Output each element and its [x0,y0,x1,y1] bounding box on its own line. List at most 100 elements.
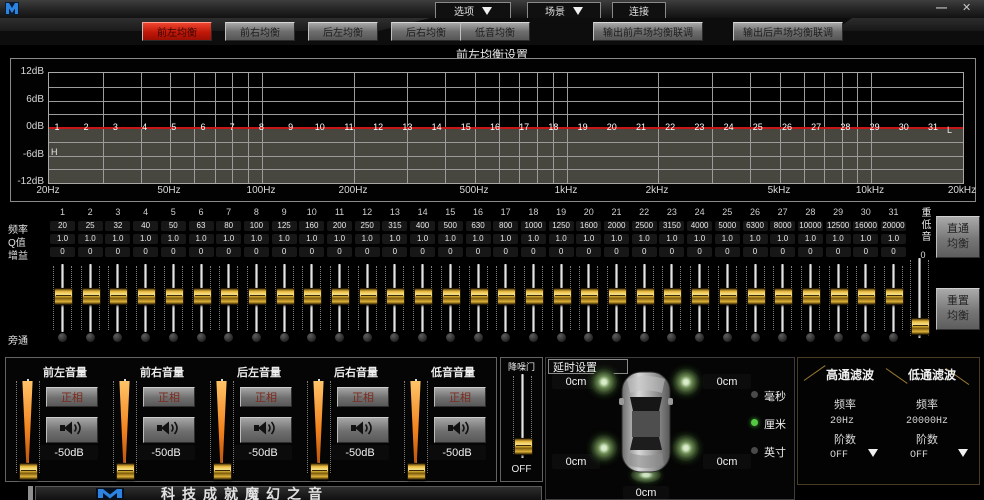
phase-button[interactable]: 正相 [46,387,98,407]
lpf-order-value[interactable]: OFF [910,450,928,461]
eq-gain-slider[interactable] [271,262,298,342]
eq-gain-slider[interactable] [326,262,353,342]
mute-button[interactable] [337,417,389,443]
mute-button[interactable] [240,417,292,443]
eq-gain-slider[interactable] [215,262,242,342]
eq-band-point[interactable]: 7 [222,122,242,132]
front-right-speaker-icon[interactable] [673,369,699,395]
unit-radio-3[interactable] [751,447,758,454]
bypass-indicator[interactable] [834,333,843,342]
slider-handle[interactable] [514,438,533,455]
eq-band-point[interactable]: 19 [573,122,593,132]
bypass-indicator[interactable] [474,333,483,342]
slider-handle[interactable] [303,288,322,305]
delay-rear-left-value[interactable]: 0cm [552,454,600,469]
eq-band-point[interactable]: 22 [660,122,680,132]
hpf-frequency-value[interactable]: 20Hz [830,416,854,427]
eq-band-point[interactable]: 15 [456,122,476,132]
connect-button[interactable]: 连接 [612,2,666,19]
output-link-button-1[interactable]: 输出前声场均衡联调 [593,22,703,41]
phase-button[interactable]: 正相 [143,387,195,407]
eq-band-point[interactable]: 10 [310,122,330,132]
slider-handle[interactable] [407,463,426,480]
eq-gain-slider[interactable] [298,262,325,342]
eq-gain-slider[interactable] [797,262,824,342]
eq-band-point[interactable]: 30 [894,122,914,132]
slider-handle[interactable] [359,288,378,305]
slider-handle[interactable] [911,318,930,335]
eq-gain-slider[interactable] [575,262,602,342]
eq-gain-slider[interactable] [188,262,215,342]
eq-gain-slider[interactable] [354,262,381,342]
front-left-speaker-icon[interactable] [591,369,617,395]
delay-sub-value[interactable]: 0cm [623,486,669,499]
bypass-indicator[interactable] [169,333,178,342]
lpf-frequency-value[interactable]: 20000Hz [906,416,948,427]
delay-front-right-value[interactable]: 0cm [703,374,751,389]
tab-eq-3[interactable]: 后左均衡 [308,22,378,41]
bypass-indicator[interactable] [197,333,206,342]
eq-band-point[interactable]: 31 [923,122,943,132]
eq-band-point[interactable]: 26 [777,122,797,132]
eq-band-point[interactable]: 3 [105,122,125,132]
eq-gain-slider[interactable] [160,262,187,342]
eq-band-point[interactable]: 28 [835,122,855,132]
unit-radio-2[interactable] [751,419,758,426]
slider-handle[interactable] [19,463,38,480]
slider-handle[interactable] [442,288,461,305]
slider-handle[interactable] [414,288,433,305]
slider-handle[interactable] [248,288,267,305]
eq-band-point[interactable]: 20 [602,122,622,132]
bypass-indicator[interactable] [86,333,95,342]
options-menu-button[interactable]: 选项 [435,2,511,19]
slider-handle[interactable] [830,288,849,305]
eq-gain-slider[interactable] [77,262,104,342]
slider-handle[interactable] [691,288,710,305]
delay-rear-right-value[interactable]: 0cm [703,454,751,469]
eq-gain-slider[interactable] [49,262,76,342]
bypass-indicator[interactable] [446,333,455,342]
slider-handle[interactable] [802,288,821,305]
volume-slider[interactable] [402,377,429,479]
eq-gain-slider[interactable] [742,262,769,342]
slider-handle[interactable] [331,288,350,305]
slider-handle[interactable] [497,288,516,305]
phase-button[interactable]: 正相 [240,387,292,407]
slider-handle[interactable] [636,288,655,305]
tab-eq-4[interactable]: 后右均衡 [391,22,461,41]
eq-gain-slider[interactable] [492,262,519,342]
eq-band-point[interactable]: 2 [76,122,96,132]
slider-handle[interactable] [857,288,876,305]
slider-handle[interactable] [109,288,128,305]
eq-gain-slider[interactable] [465,262,492,342]
slider-handle[interactable] [885,288,904,305]
hpf-order-dropdown-icon[interactable] [868,449,878,457]
slider-handle[interactable] [137,288,156,305]
eq-band-point[interactable]: 21 [631,122,651,132]
phase-button[interactable]: 正相 [434,387,486,407]
slider-handle[interactable] [747,288,766,305]
noise-gate-slider[interactable] [509,372,536,464]
rear-right-speaker-icon[interactable] [673,435,699,461]
bypass-indicator[interactable] [557,333,566,342]
bypass-indicator[interactable] [751,333,760,342]
eq-band-point[interactable]: 25 [748,122,768,132]
output-link-button-2[interactable]: 输出后声场均衡联调 [733,22,843,41]
lp-marker[interactable]: L [947,125,952,135]
eq-gain-slider[interactable] [603,262,630,342]
phase-button[interactable]: 正相 [337,387,389,407]
eq-gain-slider[interactable] [409,262,436,342]
hpf-order-value[interactable]: OFF [830,450,848,461]
hp-marker[interactable]: H [51,147,58,157]
slider-handle[interactable] [525,288,544,305]
slider-handle[interactable] [54,288,73,305]
eq-gain-slider[interactable] [686,262,713,342]
slider-handle[interactable] [220,288,239,305]
slider-handle[interactable] [276,288,295,305]
mute-button[interactable] [143,417,195,443]
eq-band-point[interactable]: 16 [485,122,505,132]
eq-gain-slider[interactable] [769,262,796,342]
eq-reset-button[interactable]: 重置均衡 [936,288,980,330]
bypass-indicator[interactable] [252,333,261,342]
bypass-indicator[interactable] [280,333,289,342]
